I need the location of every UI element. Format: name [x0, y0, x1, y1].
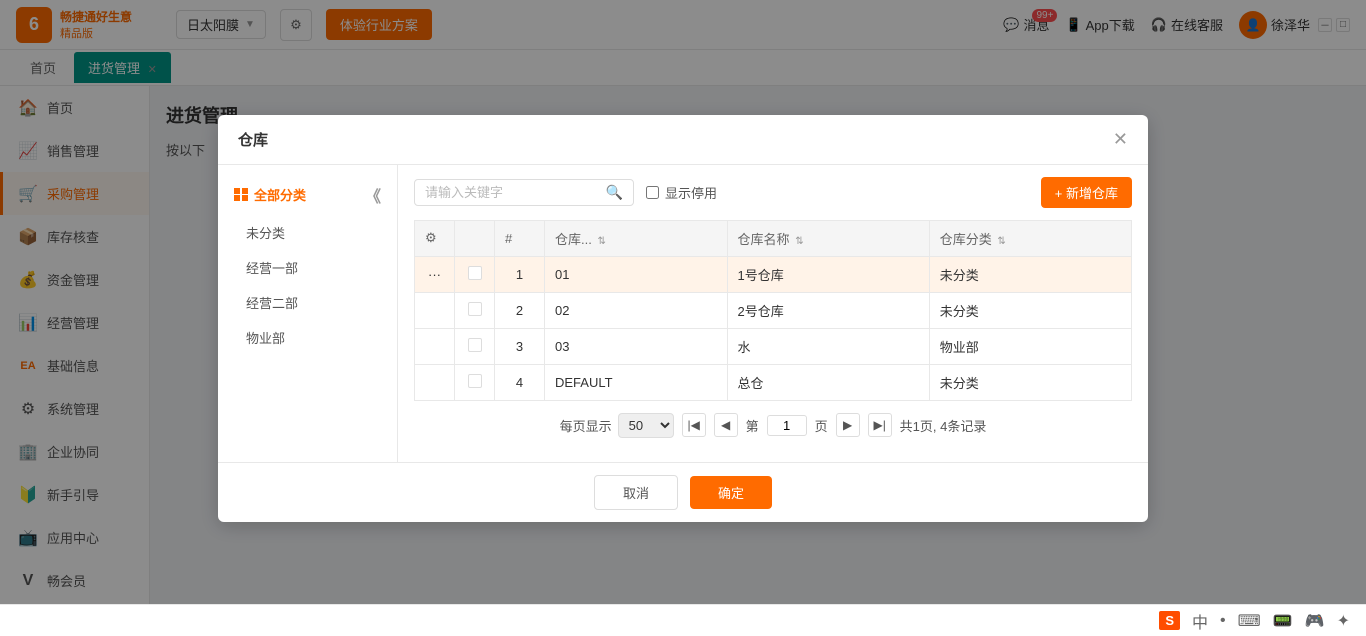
col-code[interactable]: 仓库... ⇅: [545, 220, 728, 256]
sort-icon-name: ⇅: [795, 236, 803, 247]
warehouse-table: ⚙ # 仓库... ⇅ 仓库名称 ⇅: [414, 220, 1132, 401]
cat-item-property[interactable]: 物业部: [218, 320, 397, 355]
modal-header: 仓库 ✕: [218, 115, 1148, 165]
category-panel: 全部分类 《 未分类 经营一部 经营二部 物业部: [218, 165, 398, 462]
row-code: 03: [545, 328, 728, 364]
row-num: 4: [495, 364, 545, 400]
row-name: 水: [727, 328, 929, 364]
table-row[interactable]: 4 DEFAULT 总仓 未分类: [415, 364, 1132, 400]
cat-item-unclassified[interactable]: 未分类: [218, 215, 397, 250]
per-page-dropdown[interactable]: 50 20 100: [618, 413, 674, 438]
table-toolbar: 🔍 显示停用 + 新增仓库: [414, 177, 1132, 208]
cancel-button[interactable]: 取消: [594, 475, 678, 510]
collapse-button[interactable]: 《: [365, 183, 381, 207]
cat-item-ops1[interactable]: 经营一部: [218, 250, 397, 285]
warehouse-modal: 仓库 ✕ 全部分类 《 未分类 经营一部 经营二部: [218, 115, 1148, 522]
star-icon: ✦: [1337, 611, 1350, 631]
sort-icon-cat: ⇅: [997, 236, 1005, 247]
cat-item-ops2[interactable]: 经营二部: [218, 285, 397, 320]
prev-page-button[interactable]: ◀: [714, 413, 738, 437]
table-row[interactable]: ··· 1 01 1号仓库 未分类: [415, 256, 1132, 292]
row-code: 01: [545, 256, 728, 292]
row-category: 未分类: [929, 292, 1131, 328]
search-input-wrap: 🔍: [414, 179, 634, 206]
row-num: 2: [495, 292, 545, 328]
gamepad-icon[interactable]: 🎮: [1305, 611, 1325, 631]
bottom-bar: S 中 • ⌨ 📟 🎮 ✦: [0, 604, 1366, 636]
row-num: 3: [495, 328, 545, 364]
page-size-select: 每页显示 50 20 100: [560, 413, 674, 438]
row-name: 2号仓库: [727, 292, 929, 328]
modal-title: 仓库: [238, 129, 268, 150]
brand-s-icon: S: [1159, 611, 1180, 630]
row-name: 1号仓库: [727, 256, 929, 292]
row-name: 总仓: [727, 364, 929, 400]
row-checkbox[interactable]: [468, 266, 482, 280]
col-name[interactable]: 仓库名称 ⇅: [727, 220, 929, 256]
row-checkbox[interactable]: [468, 302, 482, 316]
row-category: 物业部: [929, 328, 1131, 364]
search-icon[interactable]: 🔍: [606, 184, 623, 201]
row-num: 1: [495, 256, 545, 292]
row-checkbox[interactable]: [468, 338, 482, 352]
row-category: 未分类: [929, 256, 1131, 292]
chinese-input-icon[interactable]: 中: [1192, 609, 1208, 633]
table-header-row: ⚙ # 仓库... ⇅ 仓库名称 ⇅: [415, 220, 1132, 256]
row-checkbox[interactable]: [468, 374, 482, 388]
show-disabled-label[interactable]: 显示停用: [646, 183, 717, 202]
col-num: #: [495, 220, 545, 256]
show-disabled-checkbox[interactable]: [646, 186, 659, 199]
table-panel: 🔍 显示停用 + 新增仓库 ⚙ #: [398, 165, 1148, 462]
row-action-btn[interactable]: ···: [415, 256, 455, 292]
table-row[interactable]: 3 03 水 物业部: [415, 328, 1132, 364]
col-settings[interactable]: ⚙: [415, 220, 455, 256]
add-warehouse-button[interactable]: + 新增仓库: [1041, 177, 1132, 208]
all-categories-button[interactable]: 全部分类 《: [218, 175, 397, 215]
total-records: 共1页, 4条记录: [900, 416, 987, 435]
col-category[interactable]: 仓库分类 ⇅: [929, 220, 1131, 256]
table-row[interactable]: 2 02 2号仓库 未分类: [415, 292, 1132, 328]
last-page-button[interactable]: ▶|: [868, 413, 892, 437]
row-code: DEFAULT: [545, 364, 728, 400]
modal-close-button[interactable]: ✕: [1113, 130, 1128, 148]
row-action-btn[interactable]: [415, 292, 455, 328]
row-action-btn[interactable]: [415, 364, 455, 400]
device-icon[interactable]: 📟: [1273, 611, 1293, 631]
modal-overlay[interactable]: 仓库 ✕ 全部分类 《 未分类 经营一部 经营二部: [0, 0, 1366, 636]
keyboard-icon[interactable]: ⌨: [1238, 611, 1261, 631]
row-action-btn[interactable]: [415, 328, 455, 364]
first-page-button[interactable]: |◀: [682, 413, 706, 437]
dot-icon: •: [1220, 612, 1226, 630]
page-input[interactable]: [767, 415, 807, 436]
modal-footer: 取消 确定: [218, 462, 1148, 522]
pagination: 每页显示 50 20 100 |◀ ◀ 第 页 ▶ ▶| 共1页, 4条记录: [414, 401, 1132, 450]
search-input[interactable]: [425, 185, 600, 200]
confirm-button[interactable]: 确定: [690, 476, 772, 509]
row-code: 02: [545, 292, 728, 328]
sort-icon: ⇅: [597, 236, 605, 247]
next-page-button[interactable]: ▶: [836, 413, 860, 437]
grid-icon: [234, 188, 248, 202]
modal-body: 全部分类 《 未分类 经营一部 经营二部 物业部 🔍: [218, 165, 1148, 462]
row-category: 未分类: [929, 364, 1131, 400]
col-check: [455, 220, 495, 256]
